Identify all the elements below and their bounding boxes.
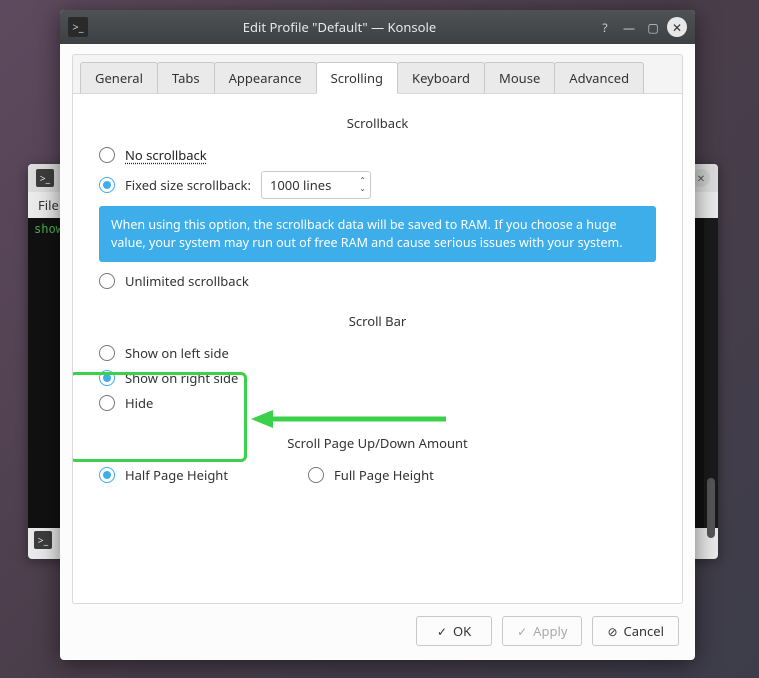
terminal-icon: >_	[68, 17, 88, 37]
close-button[interactable]: ✕	[667, 17, 687, 37]
ok-button[interactable]: ✓ OK	[416, 616, 492, 646]
label-fixed-scrollback: Fixed size scrollback:	[125, 176, 251, 194]
radio-half-page[interactable]	[99, 467, 115, 483]
maximize-button[interactable]: ▢	[643, 17, 663, 37]
tab-keyboard[interactable]: Keyboard	[397, 62, 485, 93]
radio-unlimited-scrollback[interactable]	[99, 273, 115, 289]
settings-panel: General Tabs Appearance Scrolling Keyboa…	[72, 54, 683, 604]
ok-button-label: OK	[453, 622, 471, 640]
label-full-page: Full Page Height	[334, 466, 434, 484]
label-unlimited-scrollback: Unlimited scrollback	[125, 272, 249, 290]
scrollback-ram-warning: When using this option, the scrollback d…	[99, 206, 656, 262]
apply-button-label: Apply	[533, 622, 567, 640]
check-icon: ✓	[437, 623, 447, 640]
apply-button[interactable]: ✓ Apply	[502, 616, 582, 646]
radio-full-page[interactable]	[308, 467, 324, 483]
help-button[interactable]: ?	[595, 17, 615, 37]
tab-bar: General Tabs Appearance Scrolling Keyboa…	[73, 55, 682, 94]
annotation-arrow-icon	[251, 404, 451, 434]
fixed-scrollback-value: 1000 lines	[270, 176, 331, 194]
dialog-button-bar: ✓ OK ✓ Apply ⊘ Cancel	[72, 604, 683, 646]
tab-mouse[interactable]: Mouse	[484, 62, 555, 93]
annotation-highlight-box	[72, 372, 247, 462]
radio-fixed-scrollback[interactable]	[99, 177, 115, 193]
radio-scrollbar-left[interactable]	[99, 345, 115, 361]
radio-no-scrollback[interactable]	[99, 147, 115, 163]
cancel-button-label: Cancel	[624, 622, 664, 640]
terminal-tab-icon[interactable]: >_	[34, 531, 52, 549]
cancel-button[interactable]: ⊘ Cancel	[592, 616, 679, 646]
terminal-icon: >_	[36, 169, 54, 187]
bg-terminal-scrollbar-thumb[interactable]	[707, 478, 715, 538]
tab-tabs[interactable]: Tabs	[157, 62, 215, 93]
scrolling-tab-body: Scrollback No scrollback Fixed size scro…	[73, 94, 682, 603]
edit-profile-dialog: >_ Edit Profile "Default" — Konsole ? — …	[60, 10, 695, 660]
scrollback-section-title: Scrollback	[99, 114, 656, 132]
tab-general[interactable]: General	[80, 62, 158, 93]
cancel-icon: ⊘	[607, 623, 617, 640]
tab-advanced[interactable]: Advanced	[554, 62, 644, 93]
bg-terminal-scrollbar[interactable]	[704, 218, 718, 528]
dialog-title: Edit Profile "Default" — Konsole	[88, 18, 591, 36]
dialog-titlebar: >_ Edit Profile "Default" — Konsole ? — …	[60, 10, 695, 44]
tab-scrolling[interactable]: Scrolling	[316, 62, 398, 94]
scrollbar-section-title: Scroll Bar	[99, 312, 656, 330]
minimize-button[interactable]: —	[619, 17, 639, 37]
label-no-scrollback: No scrollback	[125, 146, 207, 164]
label-half-page: Half Page Height	[125, 466, 228, 484]
check-icon: ✓	[517, 623, 527, 640]
label-scrollbar-left: Show on left side	[125, 344, 229, 362]
fixed-scrollback-spinbox[interactable]: 1000 lines	[261, 171, 371, 199]
tab-appearance[interactable]: Appearance	[214, 62, 317, 93]
